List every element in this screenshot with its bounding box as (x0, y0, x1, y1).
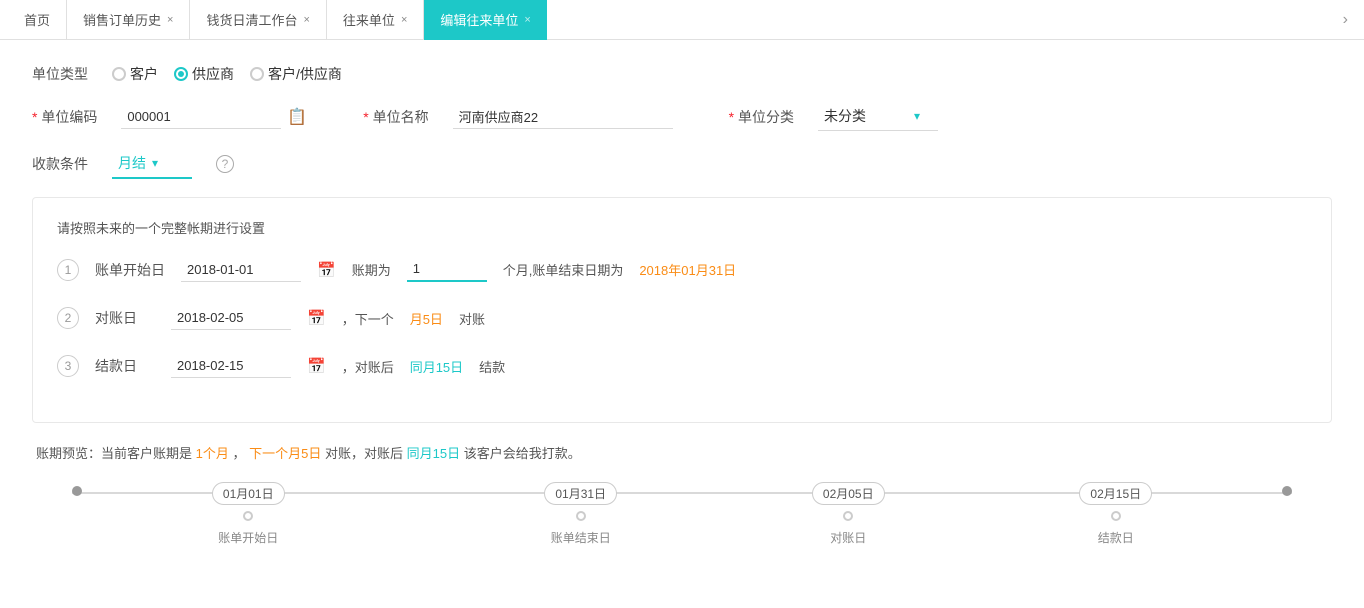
radio-cs-circle (250, 67, 264, 81)
period-input[interactable] (407, 257, 487, 282)
radio-customer-label: 客户 (130, 64, 158, 84)
unit-name-label: 单位名称 (363, 107, 428, 127)
timeline-badge-3: 02月05日 (812, 482, 885, 505)
preview-text: 账期预览：当前客户账期是 1个月 ， 下一个月5日 对账，对账后 同月15日 该… (32, 443, 1332, 462)
timeline-container: 01月01日 账单开始日 01月31日 账单结束日 02月05日 对账日 (32, 482, 1332, 546)
preview-suffix: 该客户会给我打款。 (464, 446, 581, 461)
step-2-label: 对账日 (95, 308, 155, 328)
unit-category-select[interactable]: 未分类 ▾ (818, 102, 938, 131)
step-1-desc-after: 个月,账单结束日期为 (503, 260, 624, 279)
timeline-point-3: 02月05日 对账日 (812, 482, 885, 546)
timeline-label-4: 结款日 (1098, 529, 1134, 546)
chevron-down-icon: ▾ (914, 109, 920, 123)
step-3-desc: ，对账后 (342, 357, 394, 376)
timeline-badge-1: 01月01日 (212, 482, 285, 505)
timeline-label-2: 账单结束日 (551, 529, 611, 546)
tab-home[interactable]: 首页 (8, 0, 67, 40)
tab-cash-work[interactable]: 钱货日清工作台 × (190, 0, 326, 40)
payment-row: 收款条件 月结 ▾ ? (32, 149, 1332, 179)
unit-category-value: 未分类 (824, 106, 866, 126)
step-2-number: 2 (57, 307, 79, 329)
radio-supplier-label: 供应商 (192, 64, 234, 84)
unit-code-label: 单位编码 (32, 107, 97, 127)
step-3-number: 3 (57, 355, 79, 377)
page-content: 单位类型 客户 供应商 客户/供应商 单位编码 📋 单位名称 单位分类 (0, 40, 1364, 608)
unit-type-radio-group: 客户 供应商 客户/供应商 (112, 64, 342, 84)
close-edit-partner[interactable]: × (524, 14, 530, 26)
step-2-calendar-icon[interactable]: 📅 (307, 309, 326, 327)
preview-part1: 1个月 (196, 446, 229, 461)
close-sales-history[interactable]: × (167, 14, 173, 26)
settings-section: 请按照未来的一个完整帐期进行设置 1 账单开始日 2018-01-01 📅 账期… (32, 197, 1332, 423)
payment-label: 收款条件 (32, 154, 88, 174)
step-2-desc2: 对账 (459, 309, 485, 328)
step-1-number: 1 (57, 259, 79, 281)
close-cash-work[interactable]: × (303, 14, 309, 26)
timeline-label-3: 对账日 (830, 529, 866, 546)
radio-cs-label: 客户/供应商 (268, 64, 342, 84)
help-icon[interactable]: ? (216, 155, 234, 173)
step-1-end-date: 2018年01月31日 (639, 260, 736, 279)
tab-edit-partner[interactable]: 编辑往来单位 × (424, 0, 546, 40)
radio-customer-supplier[interactable]: 客户/供应商 (250, 64, 342, 84)
preview-comma: ， (233, 446, 246, 461)
section-title: 请按照未来的一个完整帐期进行设置 (57, 218, 1307, 237)
timeline-point-2: 01月31日 账单结束日 (544, 482, 617, 546)
step-3-label: 结款日 (95, 356, 155, 376)
step-3-date: 2018-02-15 (171, 354, 291, 378)
unit-category-label: 单位分类 (729, 107, 794, 127)
step-1-date: 2018-01-01 (181, 258, 301, 282)
unit-code-icon[interactable]: 📋 (287, 107, 307, 127)
step-1-desc-before: 账期为 (352, 260, 391, 279)
tab-sales-history[interactable]: 销售订单历史 × (67, 0, 190, 40)
step-3-highlight: 同月15日 (410, 357, 463, 376)
timeline-start-dot (72, 486, 82, 496)
radio-customer[interactable]: 客户 (112, 64, 158, 84)
tab-partner[interactable]: 往来单位 × (327, 0, 424, 40)
step-1-row: 1 账单开始日 2018-01-01 📅 账期为 个月,账单结束日期为 2018… (57, 257, 1307, 282)
step-1-label: 账单开始日 (95, 260, 165, 280)
payment-value: 月结 (118, 153, 146, 173)
unit-code-input[interactable] (121, 105, 281, 129)
radio-customer-circle (112, 67, 126, 81)
timeline-badge-2: 01月31日 (544, 482, 617, 505)
step-3-row: 3 结款日 2018-02-15 📅 ，对账后 同月15日 结款 (57, 354, 1307, 378)
unit-info-row: 单位编码 📋 单位名称 单位分类 未分类 ▾ (32, 102, 1332, 131)
timeline-badge-4: 02月15日 (1079, 482, 1152, 505)
step-1-calendar-icon[interactable]: 📅 (317, 261, 336, 279)
preview-part2: 下一个月5日 (249, 446, 321, 461)
step-2-highlight: 月5日 (410, 309, 443, 328)
timeline: 01月01日 账单开始日 01月31日 账单结束日 02月05日 对账日 (72, 482, 1292, 546)
timeline-end-dot (1282, 486, 1292, 496)
step-3-desc2: 结款 (479, 357, 505, 376)
preview-prefix: 账期预览：当前客户账期是 (36, 446, 192, 461)
payment-chevron-icon: ▾ (152, 156, 158, 170)
step-2-desc: ，下一个 (342, 309, 394, 328)
timeline-label-1: 账单开始日 (218, 529, 278, 546)
unit-type-label: 单位类型 (32, 64, 88, 84)
unit-code-group: 📋 (121, 105, 307, 129)
step-3-calendar-icon[interactable]: 📅 (307, 357, 326, 375)
preview-middle: 对账，对账后 (325, 446, 403, 461)
payment-dropdown[interactable]: 月结 ▾ (112, 149, 192, 179)
radio-supplier-circle (174, 67, 188, 81)
timeline-point-4: 02月15日 结款日 (1079, 482, 1152, 546)
tabs-expand-icon[interactable]: › (1335, 11, 1356, 29)
close-partner[interactable]: × (401, 14, 407, 26)
preview-part3: 同月15日 (407, 446, 460, 461)
unit-name-input[interactable] (453, 105, 673, 129)
radio-supplier[interactable]: 供应商 (174, 64, 234, 84)
unit-type-row: 单位类型 客户 供应商 客户/供应商 (32, 64, 1332, 84)
timeline-point-1: 01月01日 账单开始日 (212, 482, 285, 546)
step-2-date: 2018-02-05 (171, 306, 291, 330)
tabs-bar: 首页 销售订单历史 × 钱货日清工作台 × 往来单位 × 编辑往来单位 × › (0, 0, 1364, 40)
step-2-row: 2 对账日 2018-02-05 📅 ，下一个 月5日 对账 (57, 306, 1307, 330)
